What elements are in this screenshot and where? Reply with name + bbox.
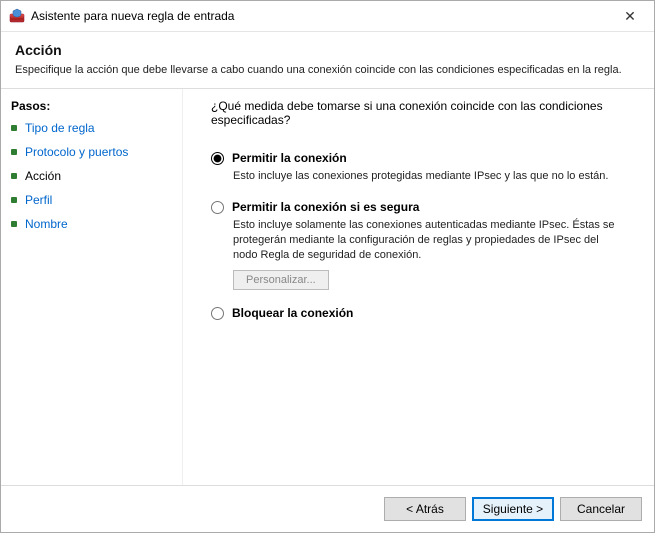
option-allow-row[interactable]: Permitir la conexión [211,151,626,165]
step-protocol-ports[interactable]: Protocolo y puertos [11,145,174,159]
step-rule-type[interactable]: Tipo de regla [11,121,174,135]
action-prompt: ¿Qué medida debe tomarse si una conexión… [211,99,626,127]
bullet-icon [11,221,17,227]
steps-heading: Pasos: [11,99,174,113]
steps-sidebar: Pasos: Tipo de regla Protocolo y puertos… [1,89,183,485]
page-title: Acción [15,42,640,58]
step-name[interactable]: Nombre [11,217,174,231]
option-allow-title: Permitir la conexión [232,151,347,165]
wizard-window: Asistente para nueva regla de entrada ✕ … [0,0,655,533]
titlebar: Asistente para nueva regla de entrada ✕ [1,1,654,32]
step-profile[interactable]: Perfil [11,193,174,207]
option-allow-desc: Esto incluye las conexiones protegidas m… [233,169,626,184]
option-allow-secure-desc: Esto incluye solamente las conexiones au… [233,218,626,263]
step-label: Protocolo y puertos [25,145,128,159]
customize-button: Personalizar... [233,270,329,290]
radio-allow-secure[interactable] [211,201,224,214]
radio-block[interactable] [211,307,224,320]
firewall-icon [9,8,25,24]
bullet-icon [11,173,17,179]
step-label: Nombre [25,217,68,231]
option-block: Bloquear la conexión [211,306,626,320]
page-subtitle: Especifique la acción que debe llevarse … [15,64,640,76]
bullet-icon [11,197,17,203]
wizard-content: ¿Qué medida debe tomarse si una conexión… [183,89,654,485]
option-allow: Permitir la conexión Esto incluye las co… [211,151,626,184]
wizard-footer: < Atrás Siguiente > Cancelar [1,485,654,532]
option-allow-secure-row[interactable]: Permitir la conexión si es segura [211,200,626,214]
bullet-icon [11,125,17,131]
wizard-body: Pasos: Tipo de regla Protocolo y puertos… [1,89,654,485]
step-label: Acción [25,169,61,183]
cancel-button[interactable]: Cancelar [560,497,642,521]
back-button[interactable]: < Atrás [384,497,466,521]
next-button[interactable]: Siguiente > [472,497,554,521]
window-title: Asistente para nueva regla de entrada [31,9,610,23]
step-label: Tipo de regla [25,121,95,135]
wizard-header: Acción Especifique la acción que debe ll… [1,32,654,89]
option-block-row[interactable]: Bloquear la conexión [211,306,626,320]
option-allow-secure-title: Permitir la conexión si es segura [232,200,419,214]
close-icon[interactable]: ✕ [610,1,650,31]
option-allow-secure: Permitir la conexión si es segura Esto i… [211,200,626,291]
step-label: Perfil [25,193,52,207]
bullet-icon [11,149,17,155]
radio-allow[interactable] [211,152,224,165]
option-block-title: Bloquear la conexión [232,306,353,320]
step-action[interactable]: Acción [11,169,174,183]
